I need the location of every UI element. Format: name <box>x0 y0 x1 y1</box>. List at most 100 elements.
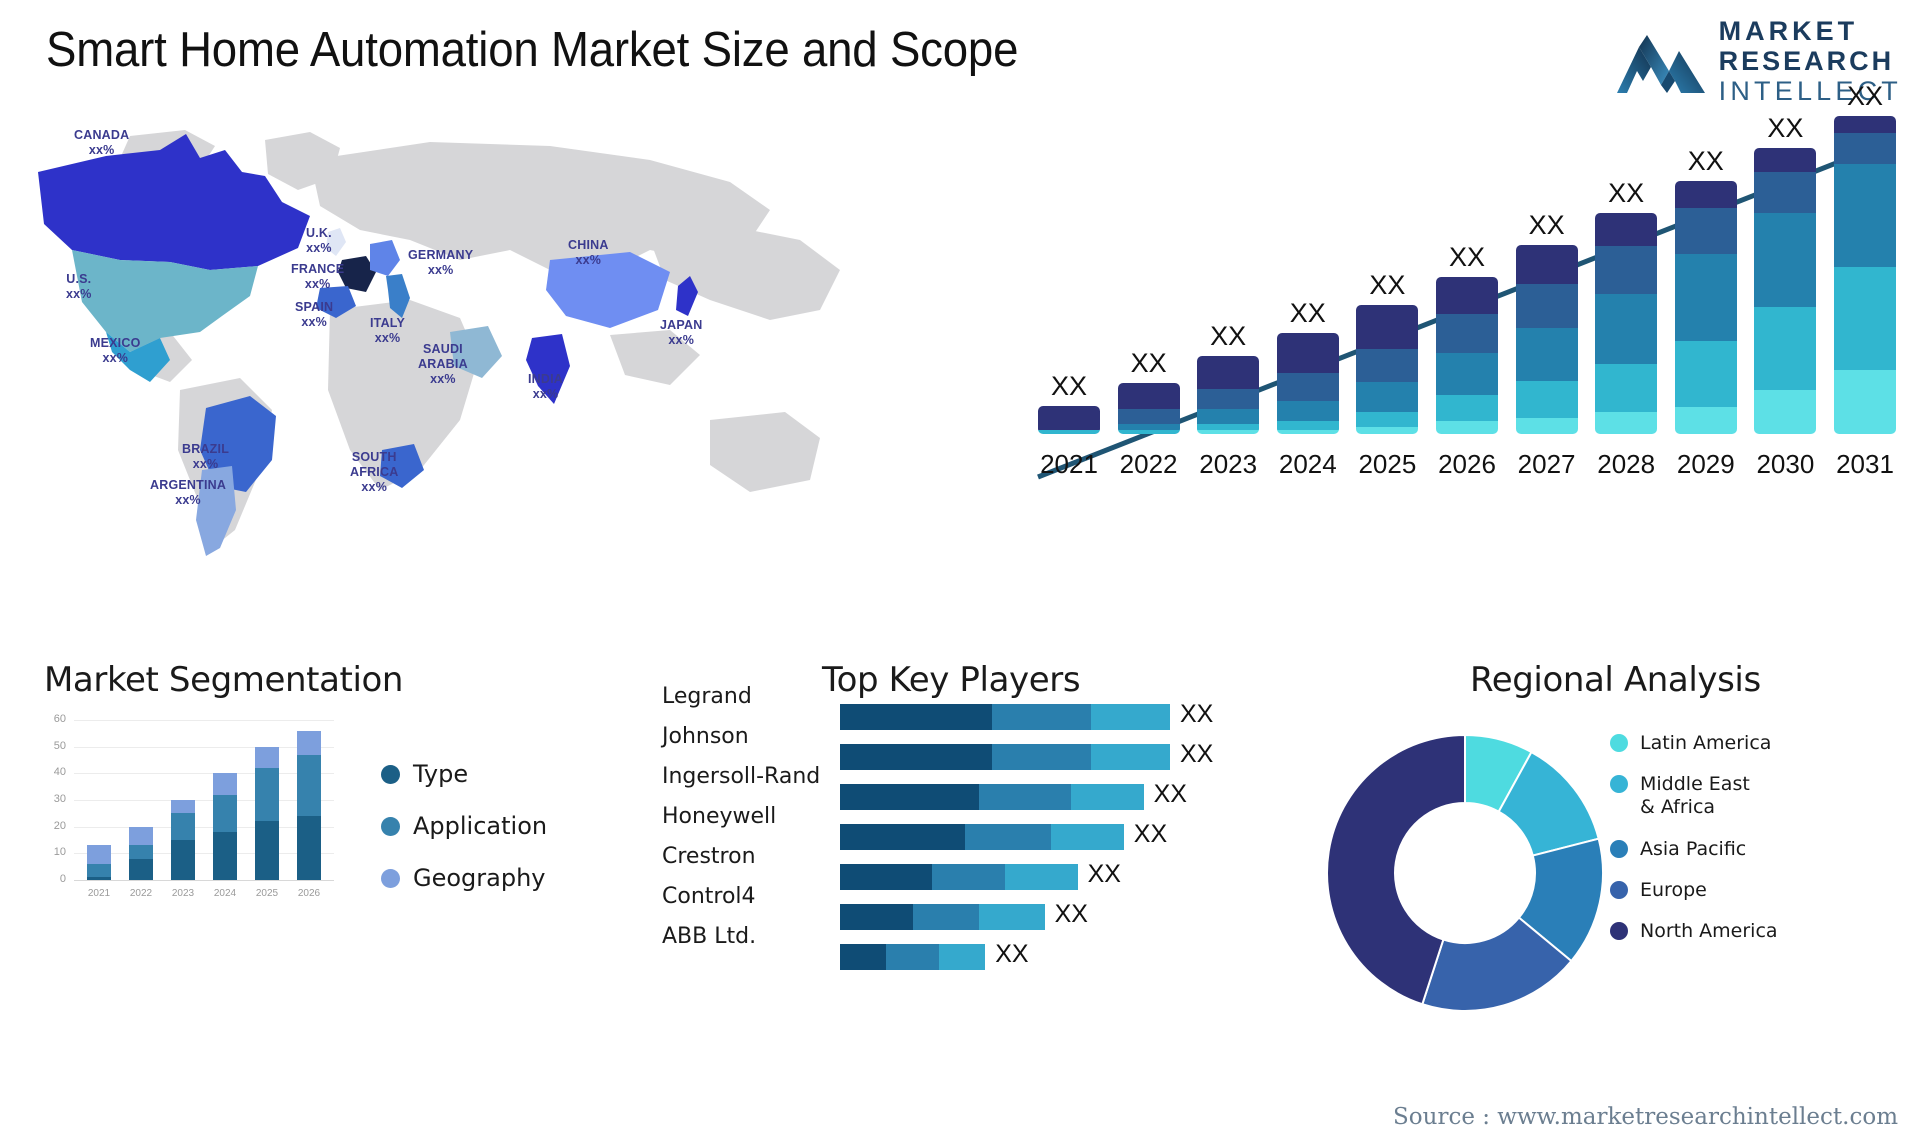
forecast-bar-group: XX 2022 <box>1117 104 1180 492</box>
segmentation-bar <box>171 800 195 880</box>
map-label-germany: GERMANY xx% <box>408 248 473 278</box>
player-bar-segment-part-2 <box>991 704 1091 730</box>
page-title: Smart Home Automation Market Size and Sc… <box>46 23 1019 77</box>
segmentation-x-tick: 2026 <box>297 888 321 899</box>
map-label-name: U.K. <box>306 226 332 240</box>
forecast-value-label: XX <box>1210 320 1247 351</box>
player-bar-segment-part-3 <box>1051 824 1124 850</box>
segmentation-bar-segment-application <box>87 864 111 878</box>
player-value-label: XX <box>1153 780 1187 808</box>
map-label-name: ARGENTINA <box>150 478 227 492</box>
segmentation-y-tick: 10 <box>53 846 66 859</box>
player-row: ABB Ltd. XX <box>650 924 1120 970</box>
segmentation-bar-segment-geography <box>297 730 321 755</box>
market-segmentation-title: Market Segmentation <box>44 660 404 700</box>
map-label-name: INDIA <box>528 372 564 386</box>
segmentation-bar-segment-geography <box>87 845 111 865</box>
forecast-bar-segment-segment-2 <box>1356 411 1419 427</box>
forecast-bar-segment-segment-4 <box>1595 245 1658 294</box>
map-label-value: xx% <box>304 276 331 291</box>
map-label-name: SOUTH AFRICA <box>350 450 399 479</box>
forecast-value-label: XX <box>1528 210 1565 241</box>
map-label-value: xx% <box>102 350 129 365</box>
player-bar-segment-part-1 <box>840 744 992 770</box>
player-bar <box>840 864 1078 890</box>
forecast-bar <box>1754 148 1817 434</box>
regional-legend-item: North America <box>1610 920 1778 943</box>
forecast-bar-segment-segment-1 <box>1276 430 1339 434</box>
legend-dot-icon <box>1610 921 1628 940</box>
segmentation-bar-segment-geography <box>129 826 153 846</box>
forecast-bar-group: XX 2023 <box>1197 104 1260 492</box>
top-key-players-panel: Legrand XX Johnson XX Ingersoll-Rand XX Honeyw… <box>650 684 1213 970</box>
segmentation-gridline <box>74 720 334 721</box>
regional-legend-label: Middle East & Africa <box>1640 773 1750 819</box>
player-name-label: Legrand <box>662 684 752 709</box>
forecast-value-label: XX <box>1846 81 1884 111</box>
map-label-mexico: MEXICO xx% <box>90 336 141 366</box>
player-value-label: XX <box>995 940 1029 968</box>
legend-dot-icon <box>1610 775 1628 794</box>
forecast-bar-segment-segment-2 <box>1595 363 1658 412</box>
forecast-bar-group: XX 2029 <box>1674 104 1737 492</box>
player-bar-segment-part-1 <box>840 824 966 850</box>
map-label-spain: SPAIN xx% <box>295 300 333 330</box>
player-name-label: Crestron <box>662 844 756 869</box>
map-label-value: xx% <box>430 371 456 386</box>
forecast-bar-group: XX 2021 <box>1038 104 1100 492</box>
regional-legend-item: Europe <box>1610 879 1778 902</box>
player-bar-segment-part-3 <box>1090 744 1170 770</box>
forecast-bar-segment-segment-3 <box>1356 382 1419 412</box>
forecast-year-label: 2031 <box>1836 449 1894 479</box>
legend-dot-icon <box>1610 839 1628 858</box>
segmentation-y-tick: 20 <box>53 819 66 832</box>
forecast-bar <box>1197 355 1260 434</box>
market-segmentation-panel: 10 20 30 40 50 60 0 2021 2022 2023 2024 2025 2026 Ty… <box>36 710 636 930</box>
player-value-label: XX <box>1180 740 1214 768</box>
map-label-name: SAUDI ARABIA <box>418 342 468 371</box>
player-bar-segment-part-2 <box>886 944 939 970</box>
mountain-m-icon <box>1616 34 1705 93</box>
map-label-name: SPAIN <box>295 300 334 314</box>
player-value-label: XX <box>1087 860 1121 888</box>
map-label-name: BRAZIL <box>182 442 230 456</box>
regional-analysis-title: Regional Analysis <box>1470 660 1761 700</box>
forecast-bar-group: XX 2030 <box>1754 104 1817 492</box>
forecast-bar-segment-segment-5 <box>1436 277 1498 315</box>
segmentation-bar-segment-type <box>171 840 195 880</box>
forecast-year-label: 2029 <box>1676 449 1735 479</box>
segmentation-bar-segment-application <box>297 754 321 816</box>
forecast-value-label: XX <box>1289 297 1326 328</box>
regional-legend: Latin America Middle East & Africa Asia Pa… <box>1610 732 1778 961</box>
segmentation-x-tick: 2022 <box>129 888 153 899</box>
map-label-name: CANADA <box>74 128 130 142</box>
regional-legend-label: Latin America <box>1640 732 1772 754</box>
forecast-bar <box>1674 180 1737 434</box>
player-bar-segment-part-2 <box>991 744 1091 770</box>
forecast-bar-segment-segment-1 <box>1834 370 1896 434</box>
segmentation-y-tick: 0 <box>59 873 66 885</box>
forecast-year-label: 2025 <box>1358 449 1417 479</box>
map-label-value: xx% <box>575 252 602 267</box>
forecast-bar-segment-segment-3 <box>1754 212 1817 307</box>
player-bar-segment-part-3 <box>1070 784 1144 810</box>
map-label-name: U.S. <box>66 272 92 286</box>
regional-analysis-panel: Latin America Middle East & Africa Asia Pa… <box>1300 700 1900 1012</box>
segmentation-x-tick: 2024 <box>213 888 237 899</box>
forecast-bar-segment-segment-1 <box>1595 411 1658 434</box>
segmentation-bar-segment-geography <box>213 773 237 795</box>
regional-legend-label: Europe <box>1640 878 1707 901</box>
forecast-bar-group: XX 2026 <box>1436 104 1498 492</box>
player-bar-segment-part-2 <box>912 904 979 930</box>
forecast-bar-segment-segment-3 <box>1834 163 1896 268</box>
segmentation-bar-segment-type <box>213 832 237 880</box>
brand-line-2: RESEARCH <box>1718 46 1895 76</box>
map-label-south-africa: SOUTH AFRICA xx% <box>350 450 398 494</box>
forecast-bar <box>1276 332 1339 434</box>
map-label-value: xx% <box>361 479 388 494</box>
forecast-year-label: 2027 <box>1517 449 1576 479</box>
forecast-bar-segment-segment-1 <box>1197 430 1260 434</box>
regional-legend-label: Asia Pacific <box>1640 837 1747 860</box>
map-label-value: xx% <box>66 286 92 301</box>
forecast-bar-segment-segment-1 <box>1515 418 1578 434</box>
